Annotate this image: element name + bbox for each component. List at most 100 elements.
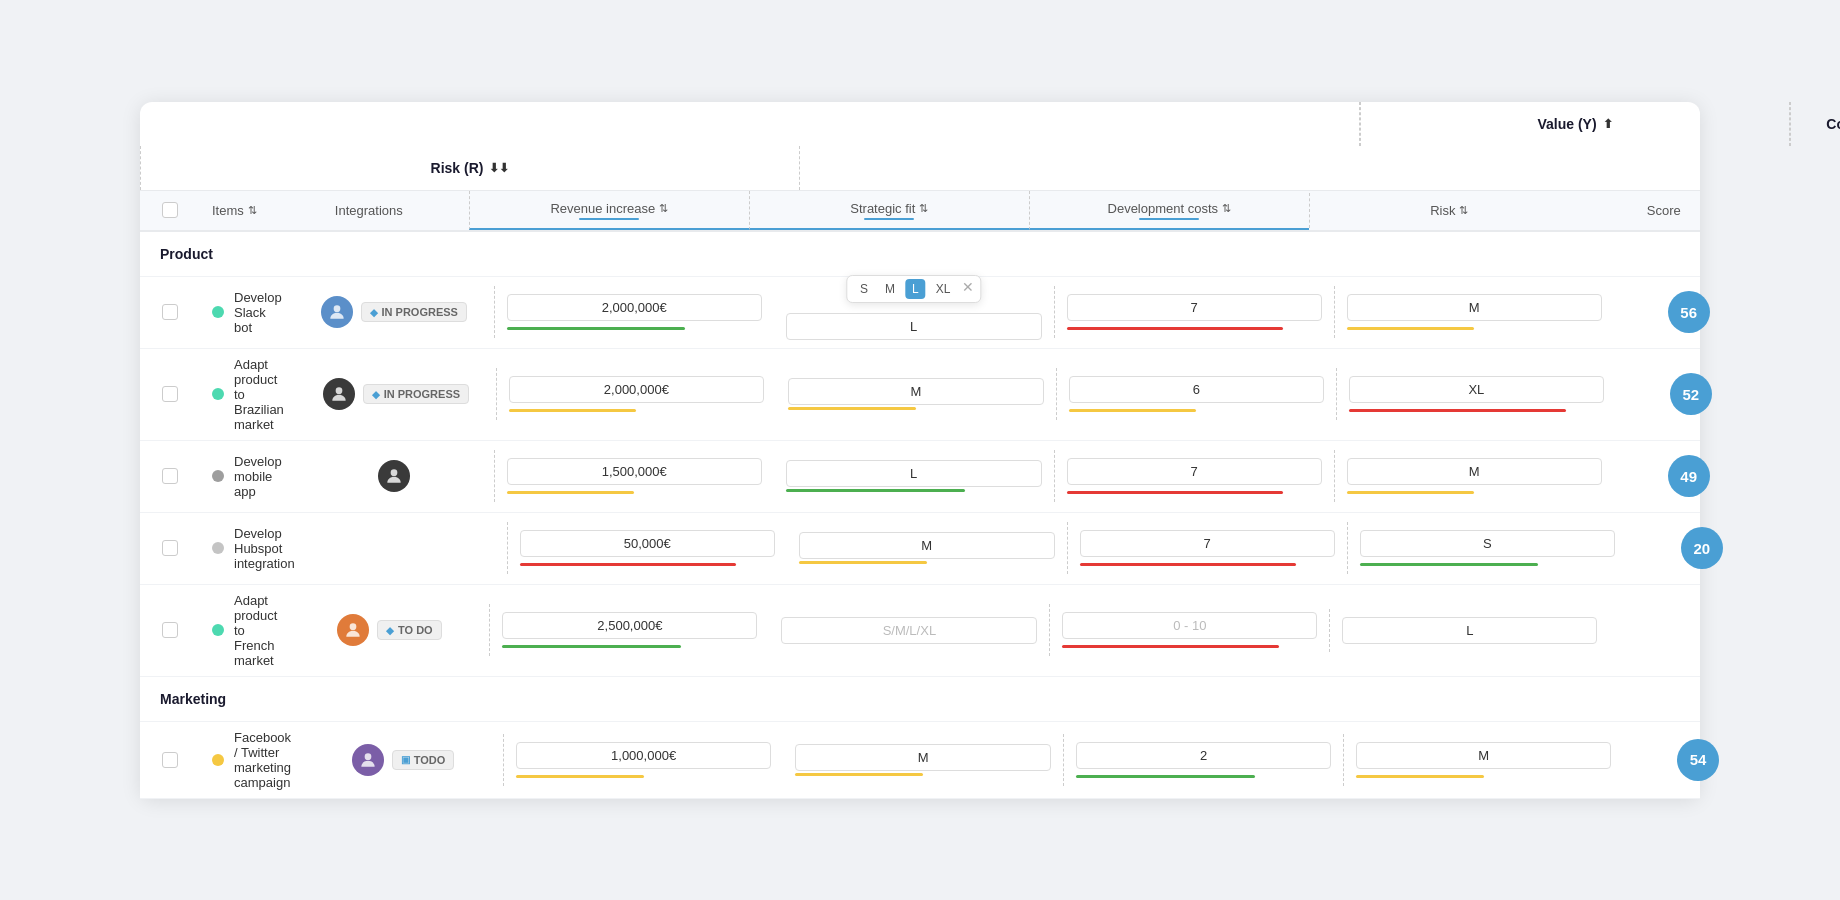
items-header[interactable]: Items ⇅ bbox=[200, 193, 269, 228]
strategic-fit-input[interactable] bbox=[786, 313, 1042, 340]
strategic-fit-input[interactable] bbox=[799, 532, 1055, 559]
risk-sort-icon[interactable]: ⬇⬇ bbox=[489, 161, 509, 175]
picker-xl[interactable]: XL bbox=[929, 279, 958, 299]
risk-input[interactable] bbox=[1347, 458, 1602, 485]
picker-delete[interactable]: ✕ bbox=[962, 279, 974, 299]
avatar bbox=[321, 296, 353, 328]
strategic-cell bbox=[783, 736, 1063, 784]
strategic-fit-input[interactable] bbox=[786, 460, 1042, 487]
column-groups: Value (Y) ⬆ Costs (X) ⬇ Risk (R) ⬇⬇ bbox=[140, 102, 1700, 191]
svg-point-4 bbox=[364, 753, 371, 760]
strategic-cell bbox=[769, 609, 1049, 652]
row-checkbox[interactable] bbox=[162, 386, 178, 402]
score-badge: 20 bbox=[1681, 527, 1723, 569]
risk-input[interactable] bbox=[1356, 742, 1611, 769]
item-cell: Adapt product to French market bbox=[200, 585, 289, 676]
picker-s[interactable]: S bbox=[853, 279, 875, 299]
row-checkbox[interactable] bbox=[162, 540, 178, 556]
strategic-fit-input[interactable] bbox=[795, 744, 1051, 771]
strategic-cell bbox=[776, 370, 1056, 418]
revenue-input[interactable] bbox=[509, 376, 764, 403]
dev-costs-input[interactable] bbox=[1062, 612, 1317, 639]
strategic-header[interactable]: Strategic fit ⇅ bbox=[749, 191, 1029, 230]
integrations-header: Integrations bbox=[269, 193, 469, 228]
revenue-label: Revenue increase bbox=[550, 201, 655, 216]
svg-point-1 bbox=[335, 387, 342, 394]
status-badge: ◆ IN PROGRESS bbox=[361, 302, 467, 322]
dev-costs-sort[interactable]: ⇅ bbox=[1222, 202, 1231, 215]
row-checkbox-cell bbox=[140, 378, 200, 410]
dev-costs-input[interactable] bbox=[1076, 742, 1331, 769]
revenue-input[interactable] bbox=[507, 458, 762, 485]
sub-header-row: Items ⇅ Integrations Revenue increase ⇅ … bbox=[140, 191, 1700, 232]
value-group-label: Value (Y) bbox=[1537, 116, 1596, 132]
dev-costs-cell bbox=[1056, 368, 1336, 420]
dev-costs-header[interactable]: Development costs ⇅ bbox=[1029, 191, 1309, 230]
status-dot bbox=[212, 624, 224, 636]
integration-cell: ▣ TODO bbox=[303, 736, 503, 784]
score-label: Score bbox=[1647, 203, 1681, 218]
item-cell: Develop Slack bot bbox=[200, 282, 294, 343]
integration-cell bbox=[307, 540, 507, 556]
revenue-input[interactable] bbox=[520, 530, 775, 557]
risk-input[interactable] bbox=[1349, 376, 1604, 403]
item-name: Adapt product to French market bbox=[234, 593, 277, 668]
risk-input[interactable] bbox=[1347, 294, 1602, 321]
revenue-cell bbox=[507, 522, 787, 574]
revenue-input[interactable] bbox=[516, 742, 771, 769]
picker-l[interactable]: L bbox=[905, 279, 926, 299]
risk-label: Risk bbox=[1430, 203, 1455, 218]
revenue-header[interactable]: Revenue increase ⇅ bbox=[469, 191, 749, 230]
avatar bbox=[378, 460, 410, 492]
revenue-input[interactable] bbox=[507, 294, 762, 321]
sections-container: Product Develop Slack bot ◆ IN PROGRESS bbox=[140, 232, 1700, 799]
dev-costs-input[interactable] bbox=[1067, 458, 1322, 485]
strategic-cell: S M L XL ✕ bbox=[774, 277, 1054, 348]
strategic-fit-input[interactable] bbox=[788, 378, 1044, 405]
dev-costs-input[interactable] bbox=[1069, 376, 1324, 403]
strategic-cell bbox=[774, 452, 1054, 500]
risk-group: Risk (R) ⬇⬇ bbox=[140, 146, 800, 190]
dev-costs-input[interactable] bbox=[1080, 530, 1335, 557]
row-checkbox[interactable] bbox=[162, 752, 178, 768]
revenue-cell bbox=[496, 368, 776, 420]
revenue-input[interactable] bbox=[502, 612, 757, 639]
score-cell: 52 bbox=[1616, 365, 1766, 423]
table-row: Adapt product to French market ◆ TO DO bbox=[140, 585, 1700, 677]
select-all-checkbox[interactable] bbox=[162, 202, 178, 218]
row-checkbox[interactable] bbox=[162, 468, 178, 484]
risk-sort[interactable]: ⇅ bbox=[1459, 204, 1468, 217]
svg-point-2 bbox=[390, 469, 397, 476]
risk-group-label: Risk (R) bbox=[431, 160, 484, 176]
picker-m[interactable]: M bbox=[878, 279, 902, 299]
items-sort[interactable]: ⇅ bbox=[248, 204, 257, 217]
integrations-label: Integrations bbox=[335, 203, 403, 218]
avatar bbox=[337, 614, 369, 646]
risk-input[interactable] bbox=[1342, 617, 1597, 644]
row-checkbox[interactable] bbox=[162, 304, 178, 320]
value-sort-icon[interactable]: ⬆ bbox=[1603, 117, 1613, 131]
risk-cell bbox=[1343, 734, 1623, 786]
strategic-fit-input[interactable] bbox=[781, 617, 1037, 644]
revenue-cell bbox=[494, 450, 774, 502]
row-checkbox-cell bbox=[140, 744, 200, 776]
integration-cell: ◆ IN PROGRESS bbox=[294, 288, 494, 336]
status-dot bbox=[212, 542, 224, 554]
score-cell: 56 bbox=[1614, 283, 1764, 341]
risk-cell bbox=[1336, 368, 1616, 420]
integration-cell bbox=[294, 452, 494, 500]
risk-input[interactable] bbox=[1360, 530, 1615, 557]
dev-costs-cell bbox=[1067, 522, 1347, 574]
score-badge: 49 bbox=[1668, 455, 1710, 497]
row-checkbox[interactable] bbox=[162, 622, 178, 638]
revenue-sort[interactable]: ⇅ bbox=[659, 202, 668, 215]
revenue-cell bbox=[489, 604, 769, 656]
score-cell bbox=[1609, 622, 1759, 638]
risk-header[interactable]: Risk ⇅ bbox=[1309, 193, 1589, 228]
svg-point-3 bbox=[350, 623, 357, 630]
item-cell: Facebook / Twitter marketing campaign bbox=[200, 722, 303, 798]
risk-cell bbox=[1329, 609, 1609, 652]
dev-costs-input[interactable] bbox=[1067, 294, 1322, 321]
strategic-sort[interactable]: ⇅ bbox=[919, 202, 928, 215]
row-checkbox-cell bbox=[140, 296, 200, 328]
